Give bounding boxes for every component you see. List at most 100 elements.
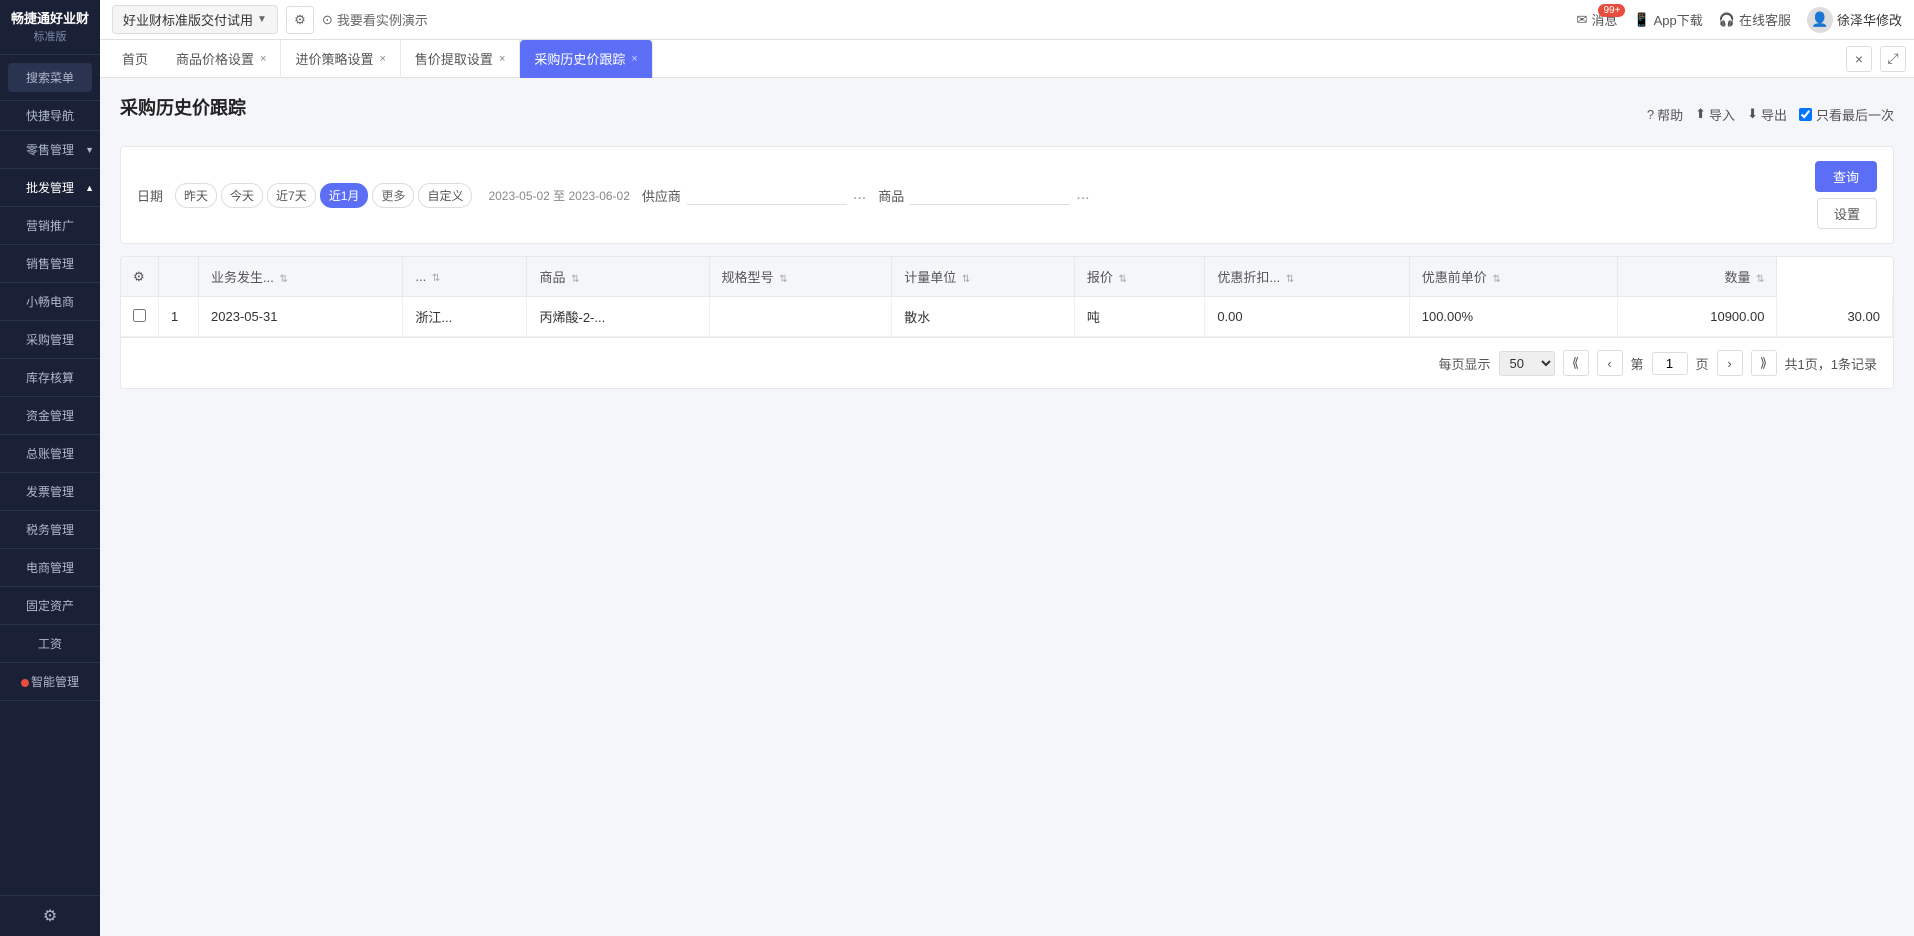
date-btn-last7[interactable]: 近7天 — [267, 183, 316, 208]
sidebar-item-salary[interactable]: 工资 — [0, 625, 100, 663]
user-menu[interactable]: 👤 徐泽华修改 — [1807, 7, 1902, 33]
sidebar-item-retail[interactable]: 零售管理 — [0, 131, 100, 169]
sidebar-item-inventory[interactable]: 库存核算 — [0, 359, 100, 397]
supplier-filter-label: 供应商 — [642, 186, 681, 205]
cell-quote: 吨 — [1074, 297, 1204, 337]
only-last-checkbox-label[interactable]: 只看最后一次 — [1799, 105, 1894, 124]
supplier-more-icon[interactable]: ... — [853, 186, 866, 204]
sidebar-item-quicknav[interactable]: 快捷导航 — [0, 101, 100, 131]
th-biz-date[interactable]: 业务发生... ⇅ — [199, 257, 403, 297]
sidebar-item-finance[interactable]: 资金管理 — [0, 397, 100, 435]
th-discount[interactable]: 优惠折扣... ⇅ — [1205, 257, 1409, 297]
cell-checkbox[interactable] — [121, 297, 159, 337]
search-menu-button[interactable]: 搜索菜单 — [8, 63, 92, 92]
sidebar-item-sales[interactable]: 销售管理 — [0, 245, 100, 283]
message-button[interactable]: ✉ 消息 99+ — [1577, 10, 1618, 29]
date-btn-custom[interactable]: 自定义 — [418, 183, 472, 208]
th-product[interactable]: 商品 ⇅ — [527, 257, 709, 297]
import-icon: ⬆ — [1695, 106, 1706, 122]
last-page-button[interactable]: ⟫ — [1751, 350, 1777, 376]
first-page-button[interactable]: ⟪ — [1563, 350, 1589, 376]
th-unit[interactable]: 计量单位 ⇅ — [892, 257, 1075, 297]
sidebar-item-marketing[interactable]: 营销推广 — [0, 207, 100, 245]
product-filter-label: 商品 — [878, 186, 904, 205]
product-input[interactable] — [910, 185, 1070, 205]
table-header-row: ⚙ 业务发生... ⇅ ... ⇅ 商品 ⇅ — [121, 257, 1893, 297]
cell-quantity: 30.00 — [1777, 297, 1893, 337]
logo-title: 畅捷通好业财 — [8, 10, 92, 28]
tab-strategy-close[interactable]: × — [379, 53, 385, 65]
export-link[interactable]: ⬇ 导出 — [1747, 105, 1787, 124]
next-page-button[interactable]: › — [1717, 350, 1743, 376]
help-link[interactable]: ? 帮助 — [1647, 105, 1683, 124]
version-selector-label: 好业财标准版交付试用 — [123, 10, 253, 29]
sidebar-item-smart[interactable]: 智能管理 — [0, 663, 100, 701]
sidebar-item-wholesale[interactable]: 批发管理 — [0, 169, 100, 207]
date-btn-last1m[interactable]: 近1月 — [320, 183, 369, 208]
sidebar-settings-icon[interactable]: ⚙ — [43, 908, 57, 925]
prev-page-button[interactable]: ‹ — [1597, 350, 1623, 376]
date-btn-today[interactable]: 今天 — [221, 183, 263, 208]
cell-spec — [709, 297, 892, 337]
cell-seq: 1 — [159, 297, 199, 337]
message-badge: 99+ — [1598, 4, 1625, 17]
tab-extract-close[interactable]: × — [499, 53, 505, 65]
th-spec[interactable]: 规格型号 ⇅ — [709, 257, 892, 297]
sidebar-item-ecom-small[interactable]: 小畅电商 — [0, 283, 100, 321]
filter-settings-button[interactable]: 设置 — [1817, 198, 1877, 229]
sort-arrows-discount: ⇅ — [1286, 274, 1294, 285]
cell-discount: 100.00% — [1409, 297, 1618, 337]
date-filter-label: 日期 — [137, 186, 163, 205]
tab-strategy[interactable]: 进价策略设置 × — [281, 40, 400, 78]
tab-home[interactable]: 首页 — [108, 40, 162, 78]
main-area: 好业财标准版交付试用 ▼ ⚙ ⊙ 我要看实例演示 ✉ 消息 99+ 📱 App下… — [100, 0, 1914, 936]
sidebar-item-assets[interactable]: 固定资产 — [0, 587, 100, 625]
date-btn-yesterday[interactable]: 昨天 — [175, 183, 217, 208]
sidebar-item-tax[interactable]: 税务管理 — [0, 511, 100, 549]
topbar-left: 好业财标准版交付试用 ▼ ⚙ ⊙ 我要看实例演示 — [112, 5, 428, 34]
cell-pre-price: 10900.00 — [1618, 297, 1777, 337]
sidebar-item-purchase[interactable]: 采购管理 — [0, 321, 100, 359]
product-more-icon[interactable]: ... — [1076, 186, 1089, 204]
online-service-button[interactable]: 🎧 在线客服 — [1719, 10, 1791, 29]
filter-bar: 日期 昨天 今天 近7天 近1月 更多 自定义 2023-05-02 至 202… — [120, 146, 1894, 244]
date-btn-more[interactable]: 更多 — [372, 183, 414, 208]
tab-expand-btn[interactable]: ⤢ — [1880, 46, 1906, 72]
sidebar-search-area[interactable]: 搜索菜单 — [0, 55, 100, 101]
sidebar-item-invoice[interactable]: 发票管理 — [0, 473, 100, 511]
tab-history-close[interactable]: × — [631, 53, 637, 65]
pagination: 每页显示 50 10 20 100 ⟪ ‹ 第 页 › ⟫ 共1页，1条记录 — [121, 337, 1893, 388]
th-gear[interactable]: ⚙ — [121, 257, 159, 297]
th-quantity[interactable]: 数量 ⇅ — [1618, 257, 1777, 297]
page-number-input[interactable] — [1652, 352, 1688, 375]
sidebar-item-ledger[interactable]: 总账管理 — [0, 435, 100, 473]
tab-history[interactable]: 采购历史价跟踪 × — [520, 40, 652, 78]
sort-arrows-unit: ⇅ — [962, 274, 970, 285]
smart-dot — [21, 679, 29, 687]
supplier-filter: 供应商 ... — [642, 185, 866, 205]
user-avatar: 👤 — [1807, 7, 1833, 33]
version-selector[interactable]: 好业财标准版交付试用 ▼ — [112, 5, 278, 34]
tab-extract[interactable]: 售价提取设置 × — [401, 40, 520, 78]
th-more-cols[interactable]: ... ⇅ — [403, 257, 527, 297]
topbar-right: ✉ 消息 99+ 📱 App下载 🎧 在线客服 👤 徐泽华修改 — [1577, 7, 1902, 33]
import-link[interactable]: ⬆ 导入 — [1695, 105, 1735, 124]
app-download-icon: 📱 — [1633, 12, 1649, 28]
tab-price-close[interactable]: × — [260, 53, 266, 65]
tab-close-btn[interactable]: × — [1846, 46, 1872, 72]
th-pre-price[interactable]: 优惠前单价 ⇅ — [1409, 257, 1618, 297]
th-quote[interactable]: 报价 ⇅ — [1074, 257, 1204, 297]
supplier-input[interactable] — [687, 185, 847, 205]
per-page-select[interactable]: 50 10 20 100 — [1499, 351, 1555, 376]
demo-link[interactable]: ⊙ 我要看实例演示 — [322, 10, 428, 29]
sort-arrows-more: ⇅ — [432, 273, 440, 284]
topbar: 好业财标准版交付试用 ▼ ⚙ ⊙ 我要看实例演示 ✉ 消息 99+ 📱 App下… — [100, 0, 1914, 40]
config-icon[interactable]: ⚙ — [286, 6, 314, 34]
app-download-button[interactable]: 📱 App下载 — [1633, 10, 1702, 29]
sidebar-item-ecom[interactable]: 电商管理 — [0, 549, 100, 587]
tab-price[interactable]: 商品价格设置 × — [162, 40, 281, 78]
query-button[interactable]: 查询 — [1815, 161, 1877, 192]
page-num-label: 第 — [1631, 354, 1644, 373]
only-last-checkbox[interactable] — [1799, 108, 1812, 121]
filter-action-buttons: 查询 设置 — [1815, 161, 1877, 229]
